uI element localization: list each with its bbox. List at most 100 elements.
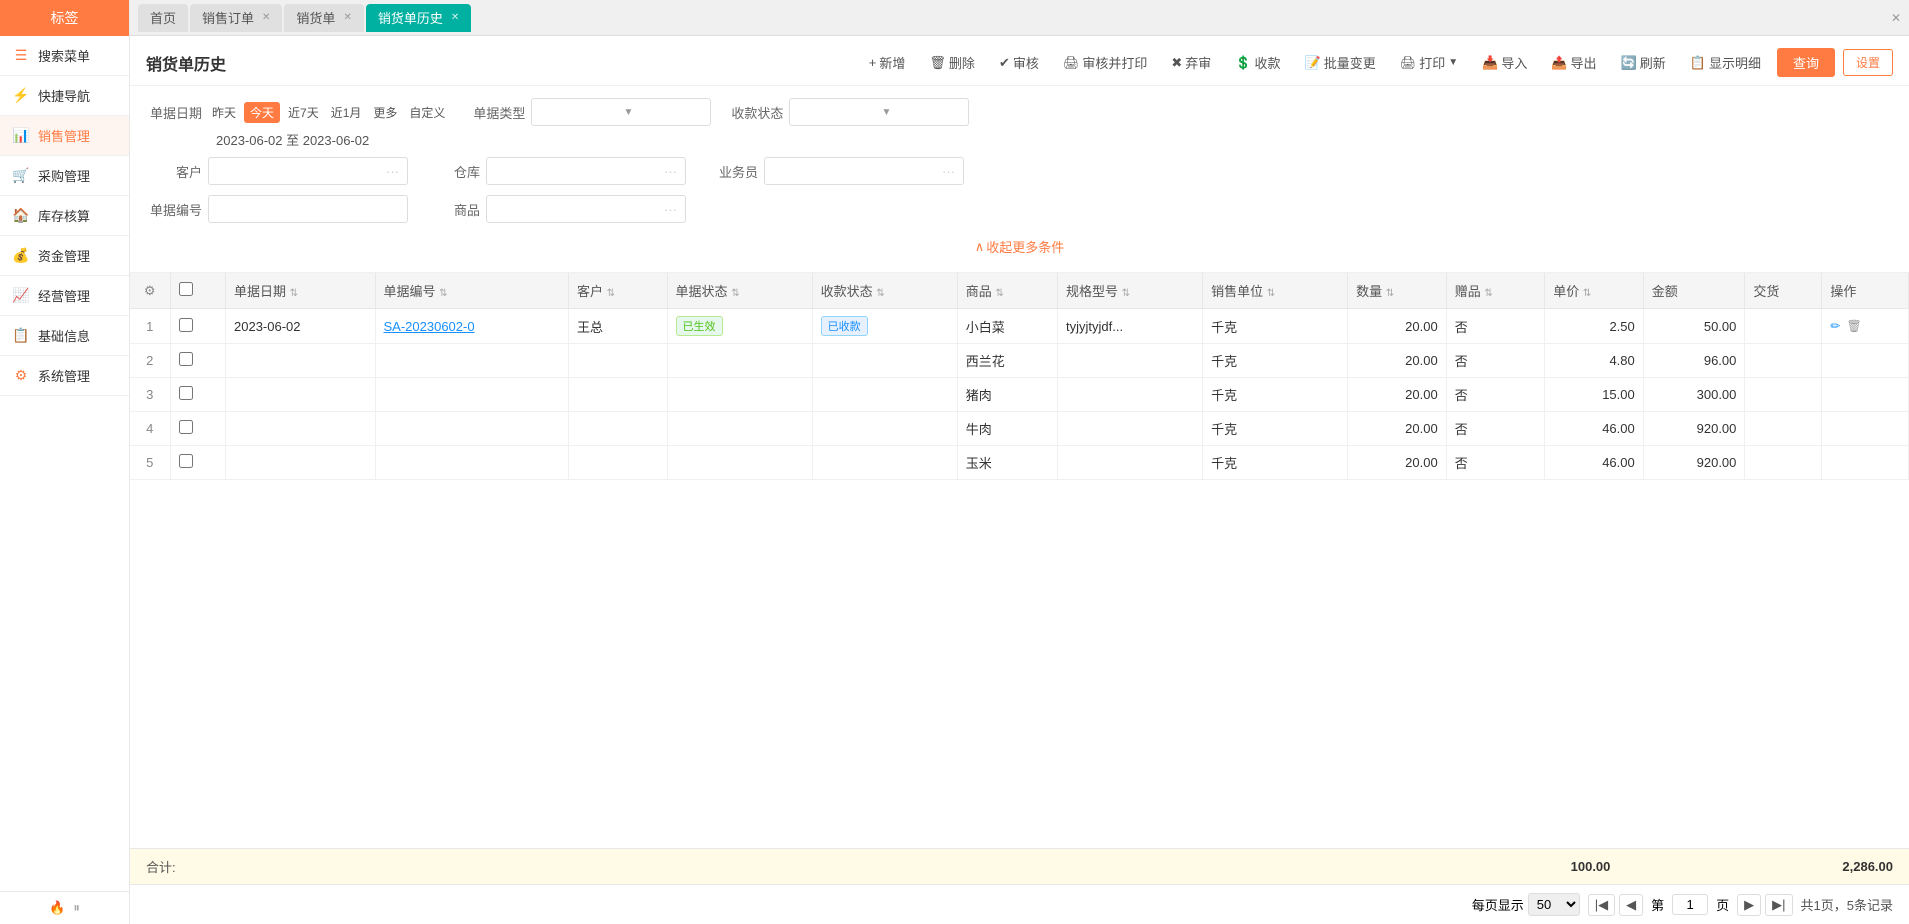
edit-action-btn[interactable]: ✏ <box>1830 319 1840 333</box>
last-page-button[interactable]: ▶| <box>1765 894 1792 916</box>
export-button[interactable]: 📤 导出 <box>1543 49 1604 76</box>
col-settings[interactable]: ⚙ <box>130 273 170 309</box>
collapse-filter-btn[interactable]: ∧ 收起更多条件 <box>146 233 1893 260</box>
sidebar-item-search-menu[interactable]: ☰ 搜索菜单 <box>0 36 129 76</box>
import-button[interactable]: 📥 导入 <box>1474 49 1535 76</box>
sidebar-item-capital-mgmt[interactable]: 💰 资金管理 <box>0 236 129 276</box>
audit-print-button[interactable]: 🖨 审核并打印 <box>1055 49 1156 76</box>
cell-checkbox[interactable] <box>170 344 226 378</box>
batch-change-label: 批量变更 <box>1324 53 1376 72</box>
abandon-button[interactable]: ✖ 弃审 <box>1163 49 1219 76</box>
warehouse-input[interactable] <box>495 164 664 178</box>
row-checkbox[interactable] <box>179 318 193 332</box>
batch-change-button[interactable]: 📝 批量变更 <box>1297 49 1384 76</box>
audit-button[interactable]: ✔ 审核 <box>991 49 1047 76</box>
next-page-button[interactable]: ▶ <box>1737 894 1761 916</box>
sidebar-item-inventory[interactable]: 🏠 库存核算 <box>0 196 129 236</box>
date-btn-1month[interactable]: 近1月 <box>327 102 366 123</box>
page-number-input[interactable] <box>1672 894 1708 915</box>
fire-icon[interactable]: 🔥 <box>49 900 65 916</box>
col-unit-price[interactable]: 单价 ⇅ <box>1545 273 1644 309</box>
tab-home[interactable]: 首页 <box>138 4 188 32</box>
sidebar-item-ops-mgmt[interactable]: 📈 经营管理 <box>0 276 129 316</box>
staff-label: 业务员 <box>702 162 758 181</box>
col-qty[interactable]: 数量 ⇅ <box>1348 273 1447 309</box>
delete-action-btn[interactable]: 🗑 <box>1846 319 1861 333</box>
col-trade[interactable]: 交货 <box>1745 273 1822 309</box>
row-checkbox[interactable] <box>179 454 193 468</box>
customer-input-wrap[interactable]: ··· <box>208 157 408 185</box>
date-btn-more[interactable]: 更多 <box>369 102 401 123</box>
print-button[interactable]: 🖨 打印 ▼ <box>1392 49 1466 76</box>
date-btn-today[interactable]: 今天 <box>244 102 280 123</box>
tab-sales-goods-close[interactable]: ✕ <box>343 12 351 23</box>
cell-checkbox[interactable] <box>170 378 226 412</box>
print-label: 打印 <box>1419 53 1445 72</box>
sidebar-item-sys-mgmt[interactable]: ⚙ 系统管理 <box>0 356 129 396</box>
first-page-button[interactable]: |◀ <box>1588 894 1615 916</box>
doc-no-link[interactable]: SA-20230602-0 <box>384 319 475 334</box>
col-gift[interactable]: 赠品 ⇅ <box>1446 273 1545 309</box>
row-checkbox[interactable] <box>179 420 193 434</box>
collect-button[interactable]: 💲 收款 <box>1227 49 1288 76</box>
collect-status-select[interactable]: ▼ <box>789 98 969 126</box>
col-collect-status[interactable]: 收款状态 ⇅ <box>812 273 957 309</box>
warehouse-input-wrap[interactable]: ··· <box>486 157 686 185</box>
tab-sales-order-close[interactable]: ✕ <box>262 12 270 23</box>
sidebar-item-quick-nav[interactable]: ⚡ 快捷导航 <box>0 76 129 116</box>
tab-sales-history[interactable]: 销货单历史 ✕ <box>366 4 471 32</box>
select-all-checkbox[interactable] <box>179 282 193 296</box>
staff-ellipsis-icon[interactable]: ··· <box>942 164 955 179</box>
warehouse-ellipsis-icon[interactable]: ··· <box>664 164 677 179</box>
cell-checkbox[interactable] <box>170 446 226 480</box>
col-amount[interactable]: 金额 <box>1643 273 1745 309</box>
add-button[interactable]: + 新增 <box>861 49 914 76</box>
doc-no-input[interactable] <box>208 195 408 223</box>
col-checkbox[interactable] <box>170 273 226 309</box>
cell-collect-status: 已收款 <box>812 309 957 344</box>
cell-checkbox[interactable] <box>170 309 226 344</box>
col-unit[interactable]: 销售单位 ⇅ <box>1203 273 1348 309</box>
sidebar-item-basic-info[interactable]: 📋 基础信息 <box>0 316 129 356</box>
page-size-dropdown[interactable]: 50 20 100 200 <box>1528 893 1580 916</box>
col-doc-date[interactable]: 单据日期 ⇅ <box>226 273 376 309</box>
customer-ellipsis-icon[interactable]: ··· <box>386 164 399 179</box>
date-btn-yesterday[interactable]: 昨天 <box>208 102 240 123</box>
show-detail-button[interactable]: 📋 显示明细 <box>1682 49 1769 76</box>
goods-ellipsis-icon[interactable]: ··· <box>664 202 677 217</box>
tab-sales-history-close[interactable]: ✕ <box>451 12 459 23</box>
date-btn-custom[interactable]: 自定义 <box>405 102 449 123</box>
col-customer[interactable]: 客户 ⇅ <box>569 273 668 309</box>
refresh-button[interactable]: 🔄 刷新 <box>1613 49 1674 76</box>
col-goods[interactable]: 商品 ⇅ <box>957 273 1057 309</box>
cell-doc-no <box>375 344 569 378</box>
pause-icon[interactable]: ⏸ <box>73 900 80 916</box>
col-spec[interactable]: 规格型号 ⇅ <box>1058 273 1203 309</box>
tab-close-all[interactable]: ✕ <box>1891 11 1901 25</box>
customer-input[interactable] <box>217 164 386 178</box>
tab-sales-goods[interactable]: 销货单 ✕ <box>284 4 363 32</box>
setting-button[interactable]: 设置 <box>1843 49 1893 76</box>
staff-input[interactable] <box>773 164 942 178</box>
tab-sales-order[interactable]: 销售订单 ✕ <box>190 4 282 32</box>
doc-type-select[interactable]: ▼ <box>531 98 711 126</box>
delete-button[interactable]: 🗑 删除 <box>921 49 983 76</box>
staff-input-wrap[interactable]: ··· <box>764 157 964 185</box>
col-doc-no[interactable]: 单据编号 ⇅ <box>375 273 569 309</box>
row-checkbox[interactable] <box>179 352 193 366</box>
col-doc-status[interactable]: 单据状态 ⇅ <box>667 273 812 309</box>
sidebar-item-sales-mgmt[interactable]: 📊 销售管理 <box>0 116 129 156</box>
prev-page-button[interactable]: ◀ <box>1619 894 1643 916</box>
cell-goods: 玉米 <box>957 446 1057 480</box>
query-button[interactable]: 查询 <box>1777 48 1835 77</box>
date-btn-7days[interactable]: 近7天 <box>284 102 323 123</box>
cell-index: 2 <box>130 344 170 378</box>
goods-input-wrap[interactable]: ··· <box>486 195 686 223</box>
row-checkbox[interactable] <box>179 386 193 400</box>
cell-checkbox[interactable] <box>170 412 226 446</box>
filter-doc-no: 单据编号 <box>146 195 408 223</box>
goods-input[interactable] <box>495 202 664 216</box>
sort-customer-icon: ⇅ <box>607 288 615 299</box>
abandon-icon: ✖ <box>1171 55 1182 71</box>
sidebar-item-purchase-mgmt[interactable]: 🛒 采购管理 <box>0 156 129 196</box>
